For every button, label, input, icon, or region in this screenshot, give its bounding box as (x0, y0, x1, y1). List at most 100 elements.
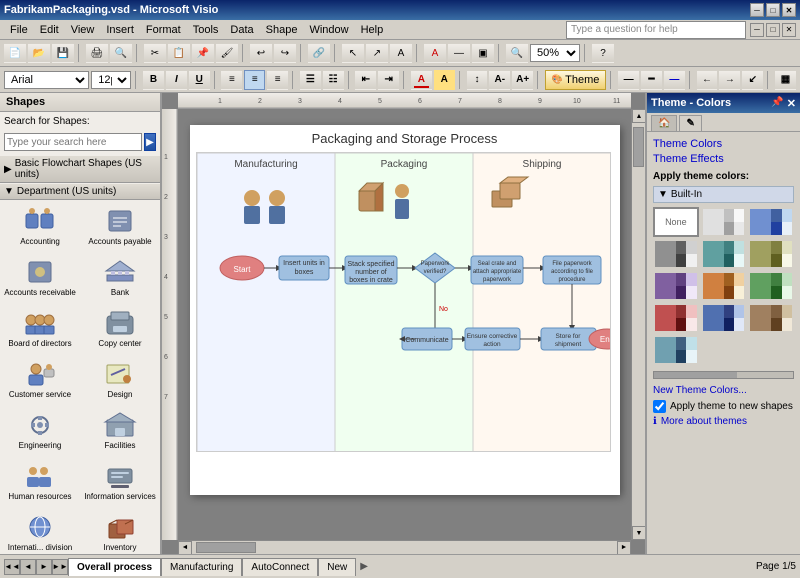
shape-bank[interactable]: Bank (80, 251, 160, 302)
align-center-btn[interactable]: ≡ (244, 70, 265, 90)
print-btn[interactable]: 🖨 (86, 43, 108, 63)
extra-btn1[interactable]: ▦ (775, 70, 796, 90)
swatch-7[interactable] (701, 271, 747, 301)
decrease-indent-btn[interactable]: ⇤ (355, 70, 376, 90)
help-btn[interactable]: ? (592, 43, 614, 63)
shape-customer[interactable]: Customer service (0, 353, 80, 404)
scroll-thumb-v[interactable] (633, 127, 644, 167)
align-right-btn[interactable]: ≡ (267, 70, 288, 90)
copy-btn[interactable]: 📋 (168, 43, 190, 63)
bullet-list-btn[interactable]: ☰ (300, 70, 321, 90)
panel-tab-home[interactable]: 🏠 (651, 115, 677, 131)
undo-btn[interactable]: ↩ (250, 43, 272, 63)
shape-copy-center[interactable]: Copy center (80, 302, 160, 353)
canvas-scroll[interactable]: Packaging and Storage Process Manufactur… (178, 109, 631, 540)
new-btn[interactable]: 📄 (4, 43, 26, 63)
page-nav-prev[interactable]: ◄ (20, 559, 36, 575)
category-flowchart[interactable]: ▶ Basic Flowchart Shapes (US units) (0, 155, 160, 183)
panel-scroll-bar[interactable] (653, 371, 794, 379)
help-close-btn[interactable]: ✕ (782, 23, 796, 37)
arrow-start-btn[interactable]: ← (697, 70, 718, 90)
swatch-1[interactable] (701, 207, 747, 237)
shape-intl[interactable]: Internati... division (0, 506, 80, 554)
apply-theme-checkbox-row[interactable]: Apply theme to new shapes (653, 400, 794, 413)
paste-btn[interactable]: 📌 (192, 43, 214, 63)
menu-data[interactable]: Data (224, 22, 259, 38)
menu-view[interactable]: View (65, 22, 101, 38)
menu-format[interactable]: Format (140, 22, 187, 38)
swatch-2[interactable] (748, 207, 794, 237)
swatch-none[interactable]: None (653, 207, 699, 237)
scroll-up-btn[interactable]: ▲ (632, 109, 645, 123)
panel-pin-btn[interactable]: 📌 (771, 97, 783, 110)
fill-btn[interactable]: A (424, 43, 446, 63)
minimize-btn[interactable]: ─ (750, 3, 764, 17)
line-btn[interactable]: — (448, 43, 470, 63)
shape-engineering[interactable]: Engineering (0, 404, 80, 455)
line-weight-btn[interactable]: ━ (641, 70, 662, 90)
swatch-9[interactable] (653, 303, 699, 333)
swatch-5[interactable] (748, 239, 794, 269)
close-btn[interactable]: ✕ (782, 3, 796, 17)
swatch-12[interactable] (653, 335, 699, 365)
page-tab-overall[interactable]: Overall process (68, 558, 161, 576)
zoom-combo[interactable]: 50%75%100% (530, 44, 580, 62)
bold-btn[interactable]: B (143, 70, 164, 90)
save-btn[interactable]: 💾 (52, 43, 74, 63)
page-nav-next[interactable]: ► (36, 559, 52, 575)
shape-board[interactable]: Board of directors (0, 302, 80, 353)
redo-btn[interactable]: ↪ (274, 43, 296, 63)
italic-btn[interactable]: I (166, 70, 187, 90)
font-color-btn[interactable]: A (411, 70, 432, 90)
search-input[interactable] (4, 133, 142, 151)
insert-hyperlink-btn[interactable]: 🔗 (308, 43, 330, 63)
more-themes-row[interactable]: ℹ More about themes (653, 416, 794, 427)
scroll-horizontal[interactable]: ◄ ► (178, 540, 631, 554)
decrease-font-btn[interactable]: A- (489, 70, 510, 90)
open-btn[interactable]: 📂 (28, 43, 50, 63)
font-size-selector[interactable]: 12pt. (91, 71, 131, 89)
menu-file[interactable]: File (4, 22, 34, 38)
swatch-4[interactable] (701, 239, 747, 269)
shape-facilities[interactable]: Facilities (80, 404, 160, 455)
swatch-3[interactable] (653, 239, 699, 269)
font-selector[interactable]: Arial (4, 71, 89, 89)
scroll-right-btn[interactable]: ► (617, 541, 631, 555)
swatch-6[interactable] (653, 271, 699, 301)
scroll-left-btn[interactable]: ◄ (178, 541, 192, 555)
numbered-list-btn[interactable]: ☷ (323, 70, 344, 90)
shape-design[interactable]: Design (80, 353, 160, 404)
shape-hr[interactable]: Human resources (0, 455, 80, 506)
underline-btn[interactable]: U (189, 70, 210, 90)
swatch-11[interactable] (748, 303, 794, 333)
arrow-end-btn[interactable]: → (719, 70, 740, 90)
scroll-vertical[interactable]: ▲ ▼ (631, 109, 645, 540)
page-tab-autoconnect[interactable]: AutoConnect (242, 558, 318, 576)
help-min-btn[interactable]: ─ (750, 23, 764, 37)
shape-accounts-payable[interactable]: Accounts payable (80, 200, 160, 251)
text-btn[interactable]: A (390, 43, 412, 63)
maximize-btn[interactable]: □ (766, 3, 780, 17)
page-nav-first[interactable]: ◄◄ (4, 559, 20, 575)
preview-btn[interactable]: 🔍 (110, 43, 132, 63)
connector-btn[interactable]: ↗ (366, 43, 388, 63)
new-theme-link[interactable]: New Theme Colors... (653, 385, 794, 396)
swatch-8[interactable] (748, 271, 794, 301)
add-page-btn[interactable]: ▶ (356, 559, 372, 574)
more-themes-link[interactable]: ℹ (653, 416, 657, 427)
align-left-btn[interactable]: ≡ (221, 70, 242, 90)
swatch-10[interactable] (701, 303, 747, 333)
search-btn[interactable]: ▶ (144, 133, 156, 151)
highlight-btn[interactable]: A (434, 70, 455, 90)
cut-btn[interactable]: ✂ (144, 43, 166, 63)
more-about-themes-link[interactable]: More about themes (661, 416, 747, 427)
zoom-out-btn[interactable]: 🔍 (506, 43, 528, 63)
page-nav-last[interactable]: ►► (52, 559, 68, 575)
shape-accounts-receivable[interactable]: Accounts receivable (0, 251, 80, 302)
pointer-btn[interactable]: ↖ (342, 43, 364, 63)
menu-window[interactable]: Window (303, 22, 354, 38)
builtin-header[interactable]: ▼ Built-In (653, 186, 794, 203)
menu-insert[interactable]: Insert (100, 22, 140, 38)
panel-scroll-thumb[interactable] (654, 372, 737, 378)
scroll-thumb-h[interactable] (196, 542, 256, 553)
